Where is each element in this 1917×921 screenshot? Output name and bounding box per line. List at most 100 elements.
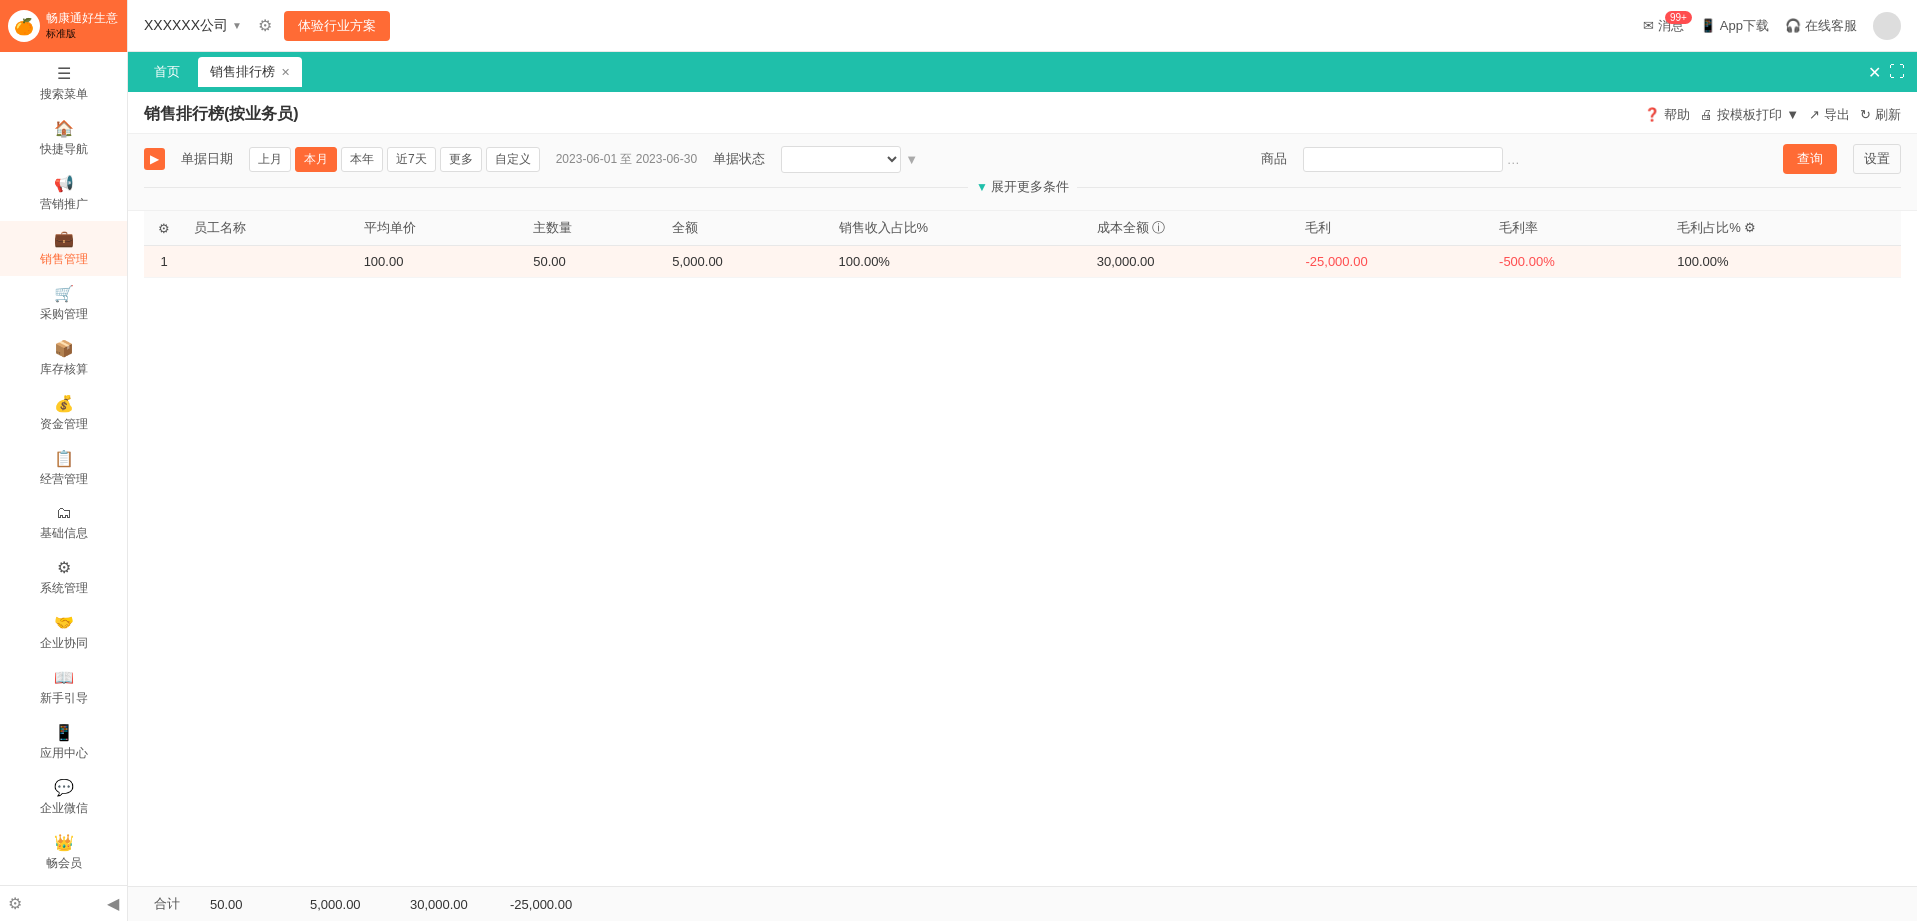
goods-input-wrap: … <box>1303 147 1767 172</box>
print-dropdown-icon: ▼ <box>1786 107 1799 122</box>
page-content: 销售排行榜(按业务员) ❓ 帮助 🖨 按模板打印 ▼ ↗ 导出 ↻ 刷新 <box>128 92 1917 921</box>
home-tab-label: 首页 <box>154 64 180 79</box>
message-btn[interactable]: ✉ 消息 99+ <box>1643 17 1684 35</box>
expand-more-btn[interactable]: ▼ 展开更多条件 <box>976 178 1069 196</box>
footer-gross: -25,000.00 <box>510 897 590 912</box>
topbar-settings-icon[interactable]: ⚙ <box>258 16 272 35</box>
filter-arrow-btn[interactable]: ▶ <box>144 148 165 170</box>
divider-left <box>144 187 968 188</box>
date-btn-last-month[interactable]: 上月 <box>249 147 291 172</box>
app-download-btn[interactable]: 📱 App下载 <box>1700 17 1769 35</box>
goods-filter-label: 商品 <box>1261 150 1287 168</box>
sidebar-item-basicinfo[interactable]: 🗂 基础信息 <box>0 496 127 550</box>
sidebar-nav: ☰ 搜索菜单 🏠 快捷导航 📢 营销推广 💼 销售管理 🛒 采购管理 📦 库存核… <box>0 52 127 885</box>
cell-sales-pct: 100.00% <box>829 246 1087 278</box>
sidebar-item-wechat[interactable]: 💬 企业微信 <box>0 770 127 825</box>
sidebar-bottom: ⚙ ◀ <box>0 885 127 921</box>
company-name: XXXXXX公司 <box>144 17 228 35</box>
table-header: ⚙ 员工名称 平均单价 主数量 全额 销售收入占比% 成本全额 ⓘ 毛利 毛利率… <box>144 211 1901 246</box>
filter-date-range: 2023-06-01 至 2023-06-30 <box>556 151 697 168</box>
goods-more-icon: … <box>1507 152 1520 167</box>
sidebar-item-search[interactable]: ☰ 搜索菜单 <box>0 56 127 111</box>
refresh-icon: ↻ <box>1860 107 1871 122</box>
tabbar: 首页 销售排行榜 ✕ ✕ ⛶ <box>128 52 1917 92</box>
date-btn-7days[interactable]: 近7天 <box>387 147 436 172</box>
footer-cost: 30,000.00 <box>410 897 490 912</box>
sidebar-label-operations: 经营管理 <box>40 471 88 488</box>
user-avatar[interactable] <box>1873 12 1901 40</box>
col-cost: 成本全额 ⓘ <box>1087 211 1296 246</box>
filter-toggle-arrow[interactable]: ▶ <box>144 148 165 170</box>
sidebar-label-search: 搜索菜单 <box>40 86 88 103</box>
col-main-qty: 主数量 <box>523 211 662 246</box>
sidebar-item-operations[interactable]: 📋 经营管理 <box>0 441 127 496</box>
col-gross-rate: 毛利率 <box>1489 211 1667 246</box>
sidebar-item-quicknav[interactable]: 🏠 快捷导航 <box>0 111 127 166</box>
sidebar-label-basicinfo: 基础信息 <box>40 525 88 542</box>
expand-chevron-icon: ▼ <box>976 180 988 194</box>
online-service-btn[interactable]: 🎧 在线客服 <box>1785 17 1857 35</box>
sidebar-item-sales[interactable]: 💼 销售管理 <box>0 221 127 276</box>
tab-home[interactable]: 首页 <box>140 55 194 89</box>
sidebar-item-enterprise[interactable]: 🤝 企业协同 <box>0 605 127 660</box>
sidebar-label-sales: 销售管理 <box>40 251 88 268</box>
print-btn[interactable]: 🖨 按模板打印 ▼ <box>1700 106 1799 124</box>
sidebar-label-inventory: 库存核算 <box>40 361 88 378</box>
date-btn-this-year[interactable]: 本年 <box>341 147 383 172</box>
goods-input[interactable] <box>1303 147 1503 172</box>
app-name: 畅康通好生意 <box>46 11 118 27</box>
sidebar-label-quicknav: 快捷导航 <box>40 141 88 158</box>
sidebar-item-guide[interactable]: 📖 新手引导 <box>0 660 127 715</box>
export-icon: ↗ <box>1809 107 1820 122</box>
app-label: App下载 <box>1720 17 1769 35</box>
sidebar-item-marketing[interactable]: 📢 营销推广 <box>0 166 127 221</box>
sidebar-settings-btn[interactable]: ⚙ <box>8 894 22 913</box>
col-settings[interactable]: ⚙ <box>144 211 184 246</box>
status-select[interactable] <box>781 146 901 173</box>
cell-gross-rate: -500.00% <box>1489 246 1667 278</box>
date-btn-custom[interactable]: 自定义 <box>486 147 540 172</box>
home-icon: 🏠 <box>54 119 74 138</box>
col-gross: 毛利 <box>1295 211 1489 246</box>
guide-icon: 📖 <box>54 668 74 687</box>
cell-employee <box>184 246 354 278</box>
refresh-btn[interactable]: ↻ 刷新 <box>1860 106 1901 124</box>
trial-btn[interactable]: 体验行业方案 <box>284 11 390 41</box>
status-dropdown-icon: ▼ <box>905 152 918 167</box>
app-icon: 📱 <box>1700 18 1716 33</box>
tabbar-expand-btn[interactable]: ⛶ <box>1889 63 1905 82</box>
sidebar-item-purchase[interactable]: 🛒 采购管理 <box>0 276 127 331</box>
topbar-right: ✉ 消息 99+ 📱 App下载 🎧 在线客服 <box>1643 12 1901 40</box>
sidebar-item-inventory[interactable]: 📦 库存核算 <box>0 331 127 386</box>
table-body: 1 100.00 50.00 5,000.00 100.00% 30,000.0… <box>144 246 1901 278</box>
date-btn-more[interactable]: 更多 <box>440 147 482 172</box>
export-btn[interactable]: ↗ 导出 <box>1809 106 1850 124</box>
cell-gross-pct: 100.00% <box>1667 246 1901 278</box>
settings-filter-btn[interactable]: 设置 <box>1853 144 1901 174</box>
query-btn[interactable]: 查询 <box>1783 144 1837 174</box>
date-btn-this-month[interactable]: 本月 <box>295 147 337 172</box>
tab-sales-rank[interactable]: 销售排行榜 ✕ <box>198 57 302 87</box>
sidebar-label-guide: 新手引导 <box>40 690 88 707</box>
sidebar-item-system[interactable]: ⚙ 系统管理 <box>0 550 127 605</box>
sidebar-item-finance[interactable]: 💰 资金管理 <box>0 386 127 441</box>
sidebar-collapse-btn[interactable]: ◀ <box>107 894 119 913</box>
company-selector[interactable]: XXXXXX公司 ▼ <box>144 17 242 35</box>
sidebar-item-member[interactable]: 👑 畅会员 <box>0 825 127 880</box>
message-icon: ✉ <box>1643 18 1654 33</box>
sidebar: 🍊 畅康通好生意 标准版 ☰ 搜索菜单 🏠 快捷导航 📢 营销推广 💼 销售管理… <box>0 0 128 921</box>
tabbar-close-btn[interactable]: ✕ <box>1868 63 1881 82</box>
sidebar-logo: 🍊 畅康通好生意 标准版 <box>0 0 127 52</box>
sidebar-label-member: 畅会员 <box>46 855 82 872</box>
filter-area: ▶ 单据日期 上月 本月 本年 近7天 更多 自定义 2023-06-01 至 … <box>128 134 1917 211</box>
filter-row: ▶ 单据日期 上月 本月 本年 近7天 更多 自定义 2023-06-01 至 … <box>144 144 1901 174</box>
cell-rank: 1 <box>144 246 184 278</box>
tabbar-actions: ✕ ⛶ <box>1868 63 1905 82</box>
tab-close-icon[interactable]: ✕ <box>281 66 290 79</box>
sidebar-label-appcenter: 应用中心 <box>40 745 88 762</box>
marketing-icon: 📢 <box>54 174 74 193</box>
col-avg-price: 平均单价 <box>354 211 524 246</box>
sidebar-item-appcenter[interactable]: 📱 应用中心 <box>0 715 127 770</box>
help-btn[interactable]: ❓ 帮助 <box>1644 106 1690 124</box>
page-title: 销售排行榜(按业务员) <box>144 104 299 125</box>
